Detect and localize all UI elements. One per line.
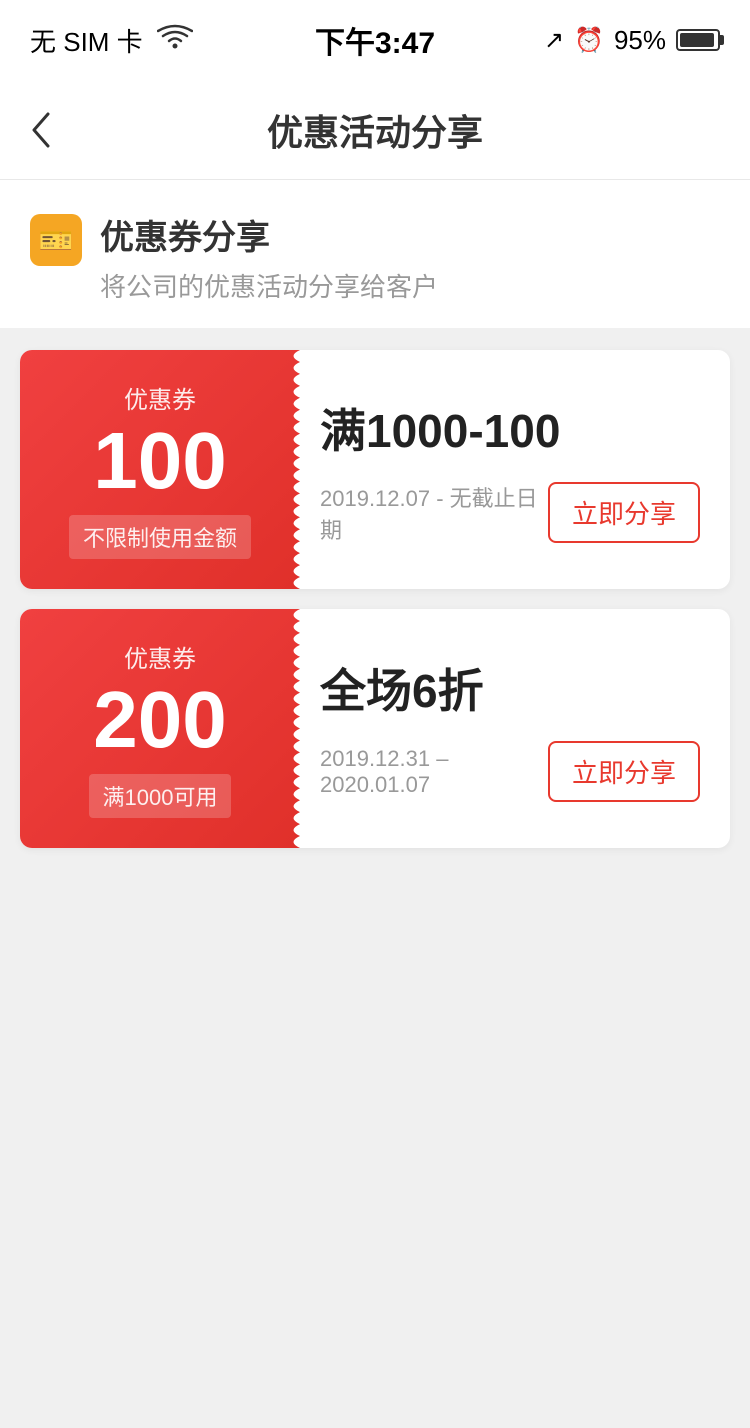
coupon-title: 满1000-100 [320,395,700,461]
coupon-amount: 100 [93,421,226,501]
battery-percent: 95% [614,25,666,56]
coupon-left-section: 优惠券 100 不限制使用金额 [20,350,300,589]
coupon-title: 全场6折 [320,655,700,721]
page-title: 优惠活动分享 [267,104,483,156]
carrier-label: 无 SIM 卡 [30,22,143,59]
coupon-right-section: 全场6折 2019.12.31 – 2020.01.07 立即分享 [300,609,730,848]
bottom-fill [0,868,750,1428]
section-subtitle: 将公司的优惠活动分享给客户 [100,267,438,304]
share-button[interactable]: 立即分享 [548,741,700,802]
section-title: 优惠券分享 [100,210,438,259]
coupon-list: 优惠券 100 不限制使用金额 满1000-100 2019.12.07 - 无… [0,330,750,868]
coupon-condition: 不限制使用金额 [69,515,251,559]
coupon-bottom: 2019.12.07 - 无截止日期 立即分享 [320,481,700,545]
alarm-icon: ⏰ [574,26,604,55]
section-text: 优惠券分享 将公司的优惠活动分享给客户 [100,210,438,304]
back-button[interactable] [30,110,54,150]
coupon-bottom: 2019.12.31 – 2020.01.07 立即分享 [320,741,700,802]
share-button[interactable]: 立即分享 [548,482,700,543]
coupon-condition: 满1000可用 [89,774,232,818]
coupon-left-section: 优惠券 200 满1000可用 [20,609,300,848]
status-right: ↗ ⏰ 95% [544,25,720,56]
battery-fill [680,33,714,47]
wifi-icon [157,24,193,57]
battery-icon [676,29,720,51]
coupon-icon: 🎫 [39,224,74,257]
coupon-date: 2019.12.31 – 2020.01.07 [320,746,538,798]
section-icon: 🎫 [30,214,82,266]
coupon-card: 优惠券 100 不限制使用金额 满1000-100 2019.12.07 - 无… [20,350,730,589]
coupon-label: 优惠券 [124,380,196,415]
coupon-card: 优惠券 200 满1000可用 全场6折 2019.12.31 – 2020.0… [20,609,730,848]
coupon-date: 2019.12.07 - 无截止日期 [320,481,538,545]
status-bar: 无 SIM 卡 下午3:47 ↗ ⏰ 95% [0,0,750,80]
nav-bar: 优惠活动分享 [0,80,750,180]
section-header: 🎫 优惠券分享 将公司的优惠活动分享给客户 [0,180,750,328]
status-left: 无 SIM 卡 [30,22,193,59]
coupon-label: 优惠券 [124,639,196,674]
status-time: 下午3:47 [315,18,435,62]
location-icon: ↗ [544,26,564,55]
coupon-amount: 200 [93,680,226,760]
coupon-right-section: 满1000-100 2019.12.07 - 无截止日期 立即分享 [300,350,730,589]
